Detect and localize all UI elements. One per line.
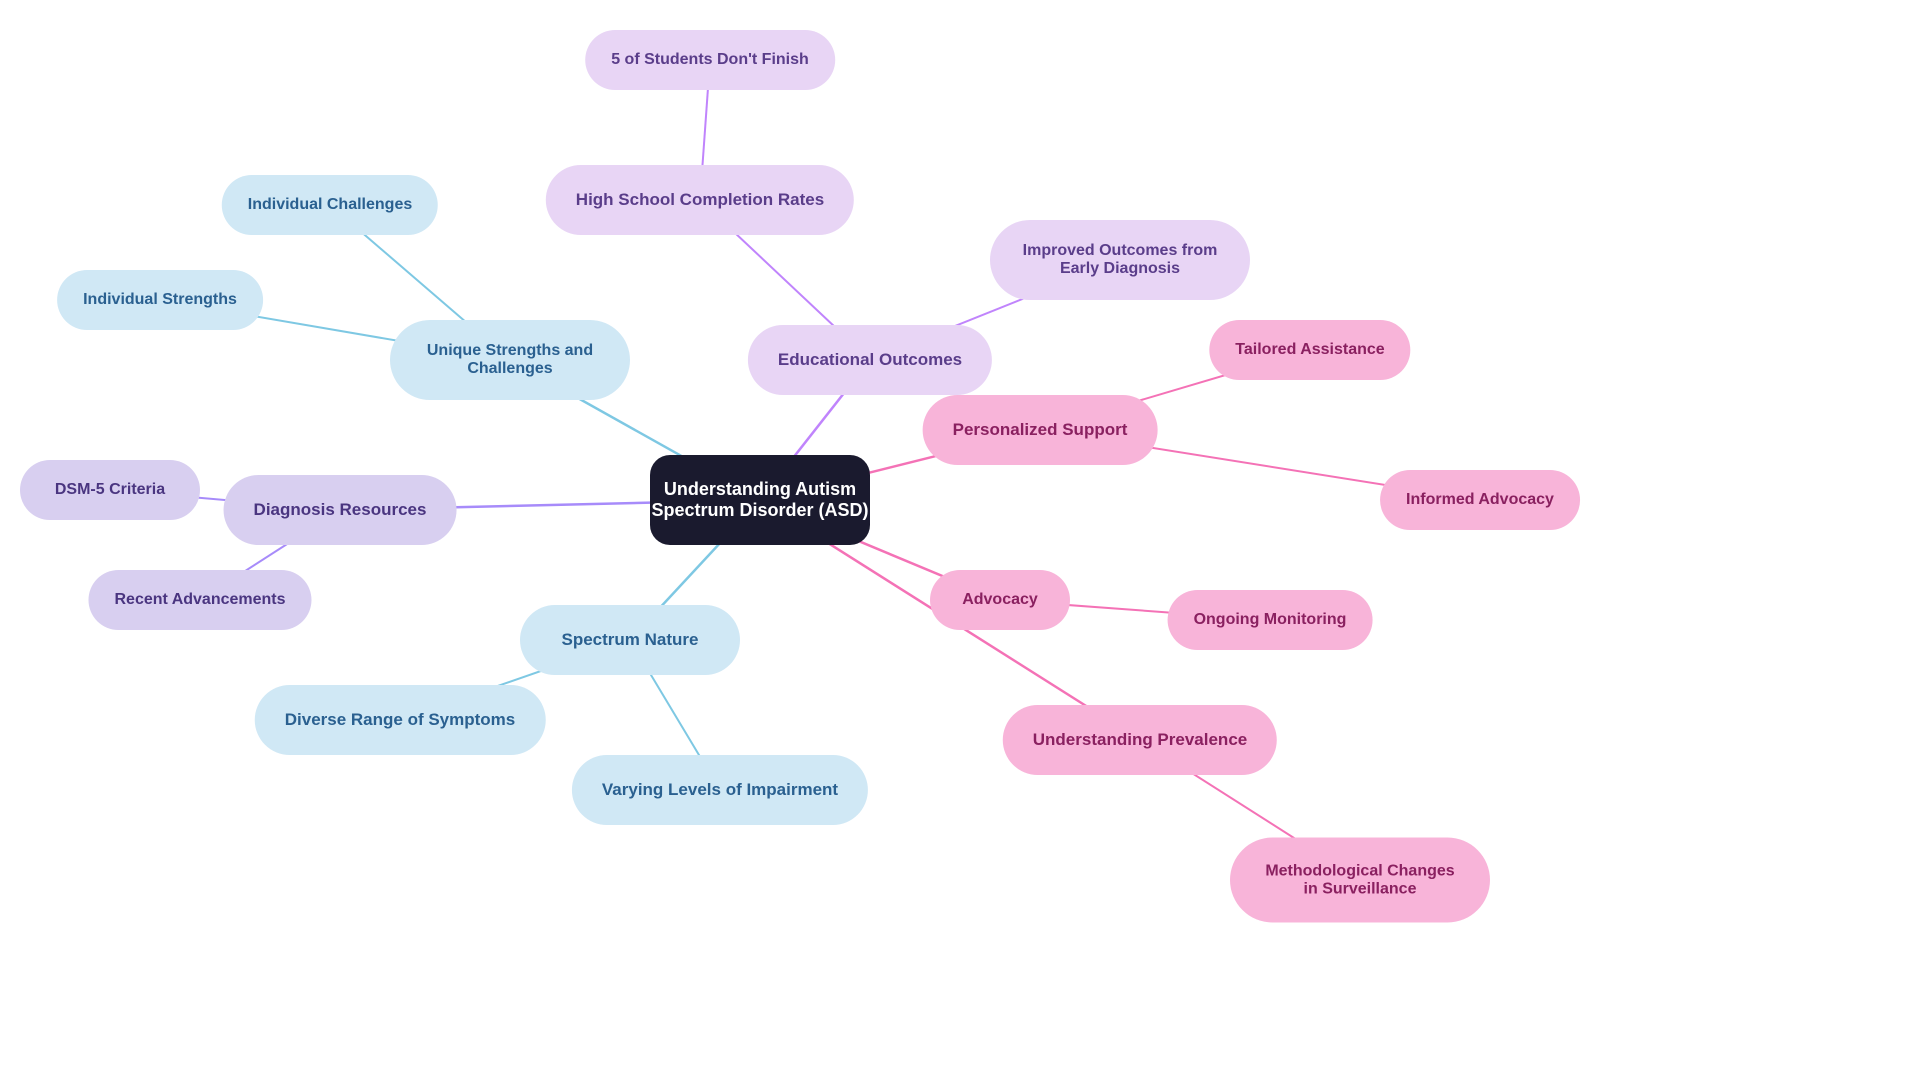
methodological-changes-node[interactable]: Methodological Changes in Surveillance: [1230, 838, 1490, 923]
students-dont-finish-node[interactable]: 5 of Students Don't Finish: [585, 30, 835, 90]
recent-advancements-node[interactable]: Recent Advancements: [88, 570, 311, 630]
diagnosis-resources-node[interactable]: Diagnosis Resources: [224, 475, 457, 545]
varying-levels-node[interactable]: Varying Levels of Impairment: [572, 755, 868, 825]
mind-map: Understanding Autism Spectrum Disorder (…: [0, 0, 1920, 1083]
ongoing-monitoring-node[interactable]: Ongoing Monitoring: [1168, 590, 1373, 650]
individual-strengths-node[interactable]: Individual Strengths: [57, 270, 263, 330]
dsm5-node[interactable]: DSM-5 Criteria: [20, 460, 200, 520]
individual-challenges-node[interactable]: Individual Challenges: [222, 175, 438, 235]
tailored-assistance-node[interactable]: Tailored Assistance: [1209, 320, 1410, 380]
informed-advocacy-node[interactable]: Informed Advocacy: [1380, 470, 1580, 530]
improved-outcomes-node[interactable]: Improved Outcomes from Early Diagnosis: [990, 220, 1250, 300]
personalized-support-node[interactable]: Personalized Support: [923, 395, 1158, 465]
spectrum-nature-node[interactable]: Spectrum Nature: [520, 605, 740, 675]
diverse-range-node[interactable]: Diverse Range of Symptoms: [255, 685, 546, 755]
understanding-prevalence-node[interactable]: Understanding Prevalence: [1003, 705, 1277, 775]
center-node[interactable]: Understanding Autism Spectrum Disorder (…: [650, 455, 870, 545]
high-school-completion-node[interactable]: High School Completion Rates: [546, 165, 854, 235]
unique-strengths-node[interactable]: Unique Strengths and Challenges: [390, 320, 630, 400]
advocacy-node[interactable]: Advocacy: [930, 570, 1070, 630]
educational-outcomes-node[interactable]: Educational Outcomes: [748, 325, 992, 395]
